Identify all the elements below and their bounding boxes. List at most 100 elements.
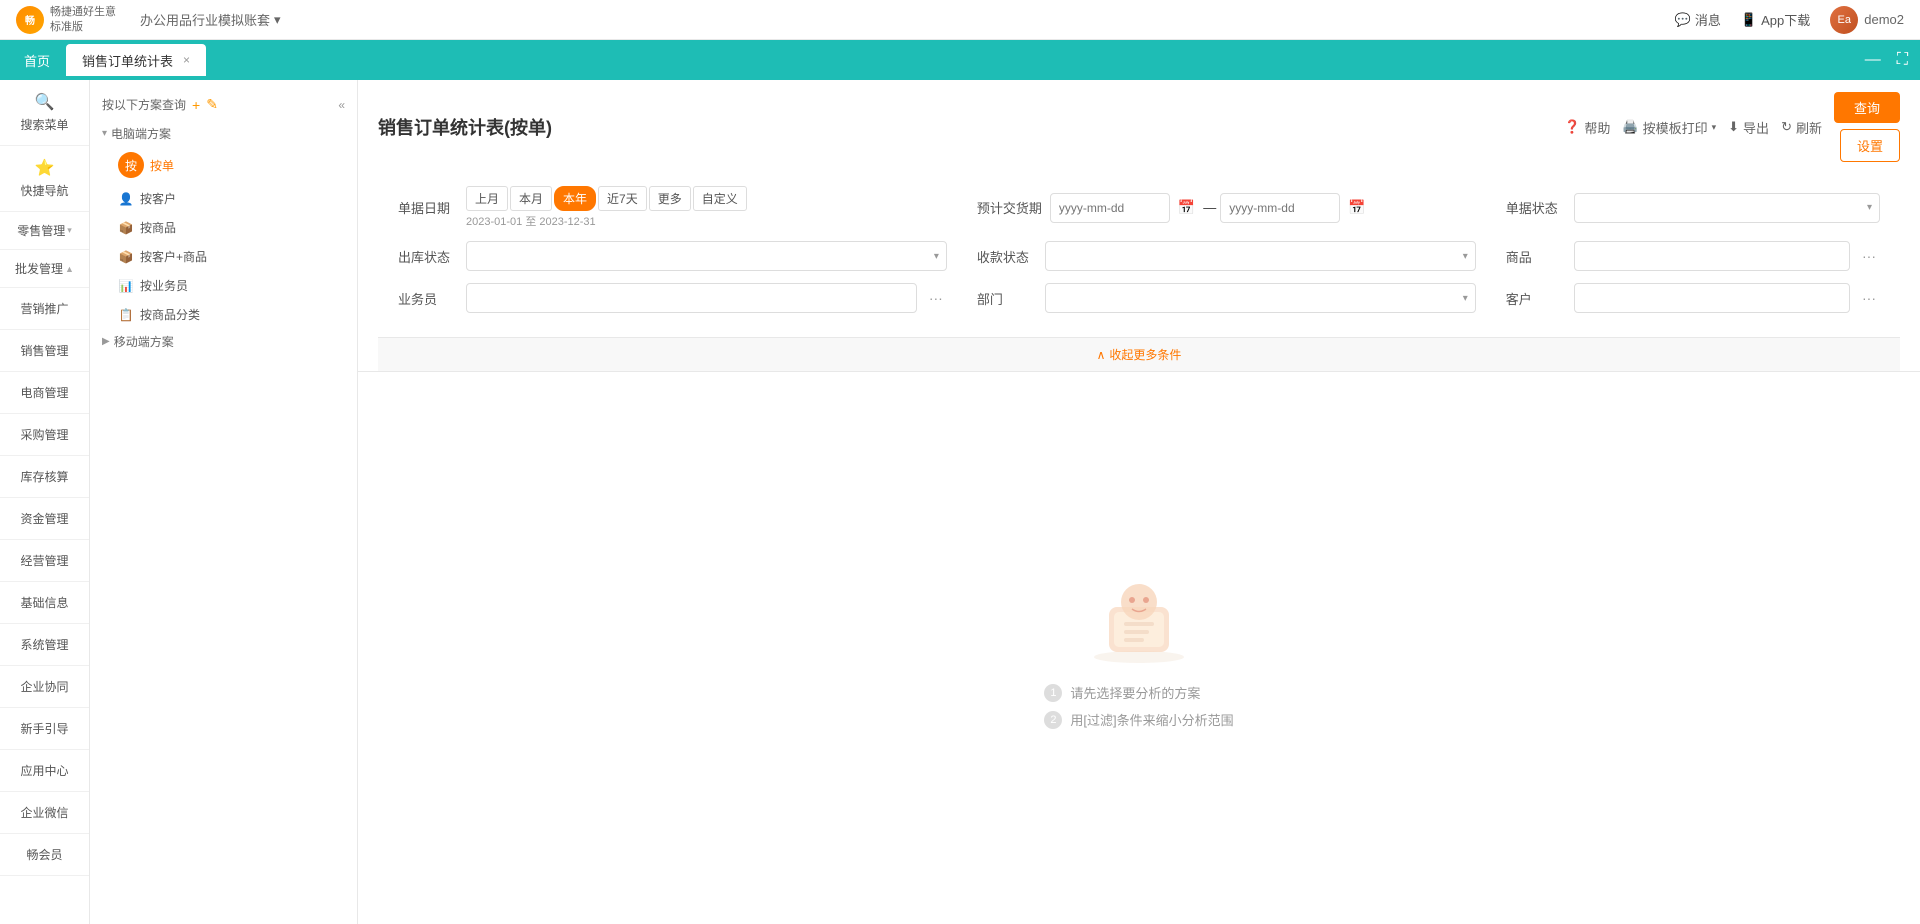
ship-status-select-wrapper: ▾ (466, 241, 947, 271)
filter-item-by-goods[interactable]: 📦 按商品 (90, 213, 357, 242)
sidebar-item-purchase[interactable]: 采购管理 (0, 414, 89, 456)
last7-btn[interactable]: 近7天 (598, 186, 647, 211)
customer-input[interactable] (1574, 283, 1850, 313)
logo-text: 畅捷通好生意 标准版 (50, 5, 116, 34)
sidebar-item-system[interactable]: 系统管理 (0, 624, 89, 666)
customer-goods-icon: 📦 (118, 250, 134, 264)
sidebar-item-wholesale[interactable]: 批发管理 ▲ (0, 250, 89, 288)
date-buttons: 上月 本月 本年 近7天 更多 自定义 (466, 186, 747, 211)
sidebar-item-apps[interactable]: 应用中心 (0, 750, 89, 792)
mobile-section-arrow: ▶ (102, 336, 110, 347)
breadcrumb[interactable]: 办公用品行业模拟账套 ▾ (140, 10, 281, 29)
custom-btn[interactable]: 自定义 (693, 186, 747, 211)
filter-item-by-salesperson[interactable]: 📊 按业务员 (90, 271, 357, 300)
tab-home[interactable]: 首页 (8, 44, 66, 76)
refresh-btn[interactable]: ↻ 刷新 (1781, 118, 1822, 137)
chevron-down-icon: ▾ (67, 225, 72, 236)
main-layout: 🔍 搜索菜单 ⭐ 快捷导航 零售管理 ▾ 批发管理 ▲ 营销推广 销售管理 电商… (0, 80, 1920, 924)
doc-status-select[interactable] (1574, 193, 1880, 223)
expected-date-field: 预计交货期 📅 — 📅 (977, 193, 1476, 223)
expected-date-start[interactable] (1050, 193, 1170, 223)
sidebar: 🔍 搜索菜单 ⭐ 快捷导航 零售管理 ▾ 批发管理 ▲ 营销推广 销售管理 电商… (0, 80, 90, 924)
tab-sales-order[interactable]: 销售订单统计表 × (66, 44, 206, 76)
department-label: 部门 (977, 289, 1037, 308)
sidebar-item-wechat[interactable]: 企业微信 (0, 792, 89, 834)
help-btn[interactable]: ❓ 帮助 (1564, 118, 1610, 137)
hint-num-1: 1 (1044, 684, 1062, 702)
doc-status-label: 单据状态 (1506, 198, 1566, 217)
logo-area: 畅 畅捷通好生意 标准版 (16, 5, 116, 34)
customer-more-btn[interactable]: ··· (1858, 290, 1880, 306)
settings-button[interactable]: 设置 (1840, 129, 1900, 162)
sidebar-item-inventory[interactable]: 库存核算 (0, 456, 89, 498)
add-scheme-btn[interactable]: + (192, 97, 200, 113)
last-month-btn[interactable]: 上月 (466, 186, 508, 211)
date-field: 单据日期 上月 本月 本年 近7天 更多 自定义 20 (398, 186, 947, 229)
salesperson-label: 业务员 (398, 289, 458, 308)
goods-more-btn[interactable]: ··· (1858, 248, 1880, 264)
username-label: demo2 (1864, 12, 1904, 27)
sidebar-item-operations[interactable]: 经营管理 (0, 540, 89, 582)
minimize-icon[interactable]: — (1861, 47, 1885, 73)
goods-icon: 📦 (118, 221, 134, 235)
sidebar-item-newbie[interactable]: 新手引导 (0, 708, 89, 750)
expected-date-end[interactable] (1220, 193, 1340, 223)
sidebar-item-nav[interactable]: ⭐ 快捷导航 (0, 146, 89, 212)
search-button[interactable]: 查询 (1834, 92, 1900, 123)
user-area[interactable]: Ea demo2 (1830, 6, 1904, 34)
filter-row-2: 出库状态 ▾ 收款状态 (398, 241, 1880, 271)
collect-status-select[interactable] (1045, 241, 1476, 271)
tab-close-btn[interactable]: × (183, 53, 190, 67)
sidebar-item-sales[interactable]: 销售管理 (0, 330, 89, 372)
sidebar-item-basics[interactable]: 基础信息 (0, 582, 89, 624)
date-range-text: 2023-01-01 至 2023-12-31 (466, 213, 747, 229)
mobile-section[interactable]: ▶ 移动端方案 (90, 329, 357, 354)
ship-status-select[interactable] (466, 241, 947, 271)
filter-row-3: 业务员 ··· 部门 ▾ (398, 283, 1880, 313)
filter-item-by-customer-goods[interactable]: 📦 按客户+商品 (90, 242, 357, 271)
export-icon: ⬇ (1728, 119, 1739, 135)
hint-num-2: 2 (1044, 711, 1062, 729)
maximize-icon[interactable]: ⛶ (1893, 47, 1912, 73)
ship-status-label: 出库状态 (398, 247, 458, 266)
doc-status-field: 单据状态 ▾ (1506, 193, 1880, 223)
sidebar-item-ecommerce[interactable]: 电商管理 (0, 372, 89, 414)
this-year-btn[interactable]: 本年 (554, 186, 596, 211)
filter-item-by-order[interactable]: 按 按单 (90, 146, 357, 184)
edit-scheme-btn[interactable]: ✎ (206, 96, 218, 113)
more-btn[interactable]: 更多 (649, 186, 691, 211)
empty-illustration (1079, 567, 1199, 667)
app-download-btn[interactable]: 📱 App下载 (1741, 10, 1810, 29)
pc-section[interactable]: ▾ 电脑端方案 (90, 121, 357, 146)
filter-item-by-category[interactable]: 📋 按商品分类 (90, 300, 357, 329)
expected-date-inputs: 📅 — 📅 (1050, 193, 1370, 223)
collect-status-field: 收款状态 ▾ (977, 241, 1476, 271)
customer-field: 客户 ··· (1506, 283, 1880, 313)
print-arrow: ▾ (1712, 122, 1717, 133)
sidebar-item-member[interactable]: 畅会员 (0, 834, 89, 876)
collapse-bar[interactable]: ∧ 收起更多条件 (378, 337, 1900, 371)
salesperson-icon: 📊 (118, 279, 134, 293)
empty-hints: 1 请先选择要分析的方案 2 用[过滤]条件来缩小分析范围 (1044, 683, 1233, 729)
department-select[interactable] (1045, 283, 1476, 313)
sidebar-item-collab[interactable]: 企业协同 (0, 666, 89, 708)
collapse-panel-btn[interactable]: « (338, 98, 345, 112)
cal-icon-end: 📅 (1344, 199, 1369, 216)
salesperson-input[interactable] (466, 283, 917, 313)
salesperson-more-btn[interactable]: ··· (925, 290, 947, 306)
goods-input[interactable] (1574, 241, 1850, 271)
export-btn[interactable]: ⬇ 导出 (1728, 118, 1769, 137)
customer-icon: 👤 (118, 192, 134, 206)
date-label: 单据日期 (398, 198, 458, 217)
goods-field: 商品 ··· (1506, 241, 1880, 271)
this-month-btn[interactable]: 本月 (510, 186, 552, 211)
sidebar-item-search[interactable]: 🔍 搜索菜单 (0, 80, 89, 146)
pc-section-arrow: ▾ (102, 128, 107, 139)
sidebar-item-marketing[interactable]: 营销推广 (0, 288, 89, 330)
message-btn[interactable]: 💬 消息 (1675, 10, 1721, 29)
sidebar-item-retail[interactable]: 零售管理 ▾ (0, 212, 89, 250)
filter-item-by-customer[interactable]: 👤 按客户 (90, 184, 357, 213)
sidebar-item-finance[interactable]: 资金管理 (0, 498, 89, 540)
print-btn[interactable]: 🖨️ 按模板打印 ▾ (1622, 118, 1716, 137)
doc-status-select-wrapper: ▾ (1574, 193, 1880, 223)
